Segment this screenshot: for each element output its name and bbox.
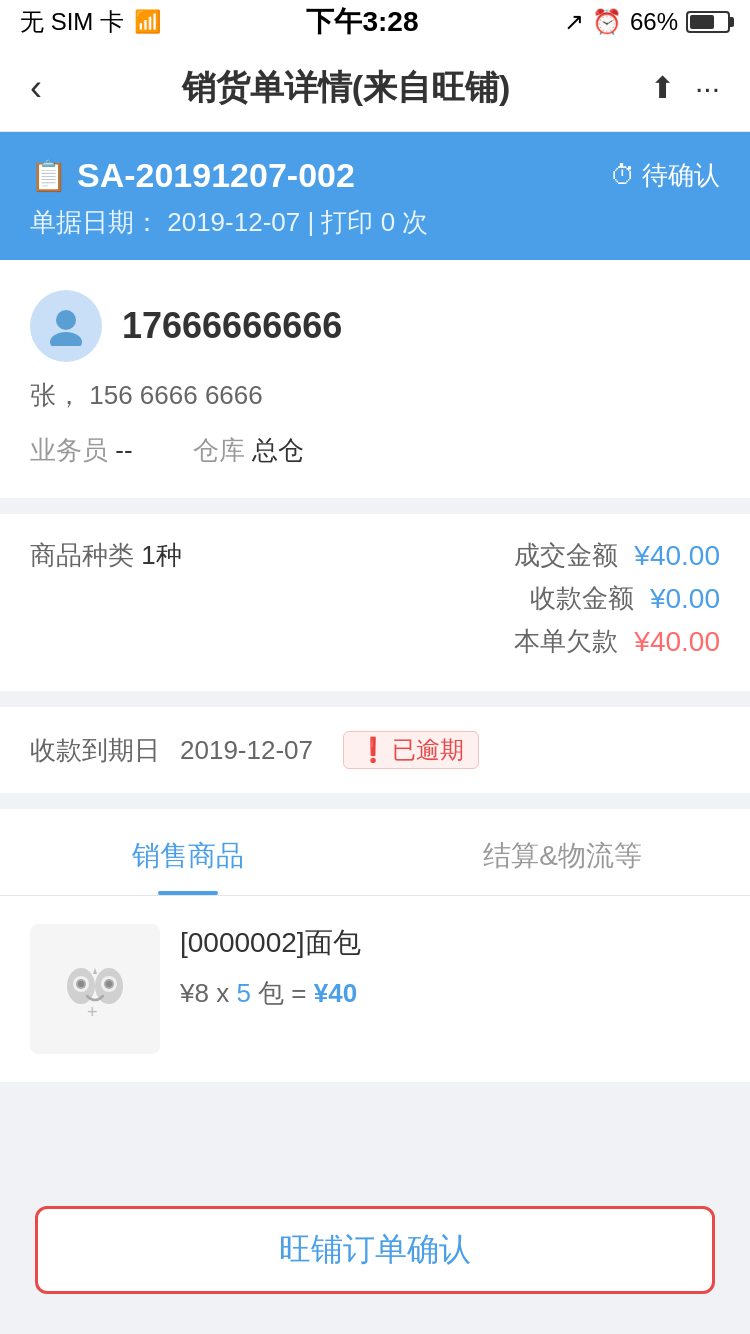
battery-percent: 66% bbox=[630, 8, 678, 36]
deal-amount-label: 成交金额 bbox=[514, 538, 618, 573]
product-qty: 5 bbox=[236, 978, 250, 1008]
tabs-bar: 销售商品 结算&物流等 bbox=[0, 809, 750, 896]
battery-icon bbox=[686, 11, 730, 33]
product-price: ¥8 bbox=[180, 978, 209, 1008]
order-id: 📋 SA-20191207-002 bbox=[30, 156, 355, 195]
product-item: + [0000002]面包 ¥8 x 5 包 = ¥40 bbox=[0, 896, 750, 1082]
svg-point-8 bbox=[78, 981, 84, 987]
alarm-icon: ⏰ bbox=[592, 8, 622, 36]
salesperson-label: 业务员 bbox=[30, 435, 108, 465]
goods-type-value: 1种 bbox=[141, 540, 181, 570]
due-date-value: 2019-12-07 bbox=[180, 735, 313, 766]
goods-type-label: 商品种类 bbox=[30, 540, 134, 570]
confirm-order-button[interactable]: 旺铺订单确认 bbox=[35, 1206, 715, 1294]
svg-point-9 bbox=[106, 981, 112, 987]
nav-bar: ‹ 销货单详情(来自旺铺) ⬆ ··· bbox=[0, 44, 750, 132]
deal-amount-row: 成交金额 ¥40.00 bbox=[514, 538, 720, 573]
svg-point-1 bbox=[50, 332, 82, 346]
salesperson-meta: 业务员 -- bbox=[30, 433, 133, 468]
tab-products[interactable]: 销售商品 bbox=[0, 809, 375, 895]
carrier-label: 无 SIM 卡 bbox=[20, 6, 124, 38]
avatar bbox=[30, 290, 102, 362]
overdue-text: 已逾期 bbox=[392, 734, 464, 766]
order-status-text: 待确认 bbox=[642, 158, 720, 193]
amounts-card: 商品种类 1种 成交金额 ¥40.00 收款金额 ¥0.00 本单欠款 ¥40.… bbox=[0, 514, 750, 691]
calc-separator-2: = bbox=[291, 978, 313, 1008]
customer-phone: 17666666666 bbox=[122, 305, 342, 347]
due-date-card: 收款到期日 2019-12-07 ❗ 已逾期 bbox=[0, 707, 750, 793]
warehouse-meta: 仓库 总仓 bbox=[193, 433, 304, 468]
order-header: 📋 SA-20191207-002 ⏱ 待确认 单据日期： 2019-12-07… bbox=[0, 132, 750, 260]
share-button[interactable]: ⬆ bbox=[650, 70, 675, 105]
payment-value: ¥0.00 bbox=[650, 583, 720, 615]
status-bar: 无 SIM 卡 📶 下午3:28 ↗ ⏰ 66% bbox=[0, 0, 750, 44]
overdue-icon: ❗ bbox=[358, 736, 388, 764]
customer-contact: 156 6666 6666 bbox=[89, 380, 263, 410]
balance-label: 本单欠款 bbox=[514, 624, 618, 659]
time-display: 下午3:28 bbox=[306, 3, 418, 41]
product-calc: ¥8 x 5 包 = ¥40 bbox=[180, 976, 720, 1011]
nav-actions: ⬆ ··· bbox=[650, 70, 720, 105]
wifi-icon: 📶 bbox=[134, 9, 161, 35]
order-id-row: 📋 SA-20191207-002 ⏱ 待确认 bbox=[30, 156, 720, 195]
balance-value: ¥40.00 bbox=[634, 626, 720, 658]
customer-name: 张， 156 6666 6666 bbox=[30, 378, 720, 413]
deal-amount-value: ¥40.00 bbox=[634, 540, 720, 572]
product-total: ¥40 bbox=[314, 978, 357, 1008]
customer-card: 17666666666 张， 156 6666 6666 业务员 -- 仓库 总… bbox=[0, 260, 750, 498]
status-right: ↗ ⏰ 66% bbox=[564, 8, 730, 36]
order-id-text: SA-20191207-002 bbox=[77, 156, 355, 195]
order-date: 2019-12-07 bbox=[167, 207, 300, 237]
product-name: [0000002]面包 bbox=[180, 924, 720, 962]
page-title: 销货单详情(来自旺铺) bbox=[182, 65, 511, 111]
product-thumbnail: + bbox=[30, 924, 160, 1054]
tab-settlement[interactable]: 结算&物流等 bbox=[375, 809, 750, 895]
amount-rows: 成交金额 ¥40.00 收款金额 ¥0.00 本单欠款 ¥40.00 bbox=[514, 538, 720, 667]
product-info: [0000002]面包 ¥8 x 5 包 = ¥40 bbox=[180, 924, 720, 1011]
product-unit: 包 bbox=[258, 978, 284, 1008]
order-status: ⏱ 待确认 bbox=[610, 158, 720, 193]
customer-meta: 业务员 -- 仓库 总仓 bbox=[30, 433, 720, 468]
svg-text:+: + bbox=[87, 1002, 98, 1022]
warehouse-label: 仓库 bbox=[193, 435, 245, 465]
payment-label: 收款金额 bbox=[530, 581, 634, 616]
svg-marker-10 bbox=[93, 968, 97, 974]
goods-count: 商品种类 1种 bbox=[30, 538, 182, 573]
payment-row: 收款金额 ¥0.00 bbox=[514, 581, 720, 616]
date-separator: | bbox=[307, 207, 321, 237]
warehouse-value: 总仓 bbox=[252, 435, 304, 465]
overdue-badge: ❗ 已逾期 bbox=[343, 731, 479, 769]
order-date-row: 单据日期： 2019-12-07 | 打印 0 次 bbox=[30, 205, 720, 240]
status-left: 无 SIM 卡 📶 bbox=[20, 6, 161, 38]
calc-separator-1: x bbox=[216, 978, 236, 1008]
due-date-label: 收款到期日 bbox=[30, 733, 160, 768]
product-list: + [0000002]面包 ¥8 x 5 包 = ¥40 bbox=[0, 896, 750, 1082]
status-clock-icon: ⏱ bbox=[610, 160, 636, 191]
more-button[interactable]: ··· bbox=[695, 71, 720, 105]
svg-point-0 bbox=[56, 310, 76, 330]
location-icon: ↗ bbox=[564, 8, 584, 36]
confirm-btn-wrap: 旺铺订单确认 bbox=[35, 1206, 715, 1294]
balance-row: 本单欠款 ¥40.00 bbox=[514, 624, 720, 659]
back-button[interactable]: ‹ bbox=[30, 67, 42, 109]
order-icon: 📋 bbox=[30, 158, 67, 193]
date-label: 单据日期： bbox=[30, 207, 160, 237]
customer-row: 17666666666 bbox=[30, 290, 720, 362]
print-info: 打印 0 次 bbox=[321, 207, 428, 237]
salesperson-value: -- bbox=[115, 435, 132, 465]
